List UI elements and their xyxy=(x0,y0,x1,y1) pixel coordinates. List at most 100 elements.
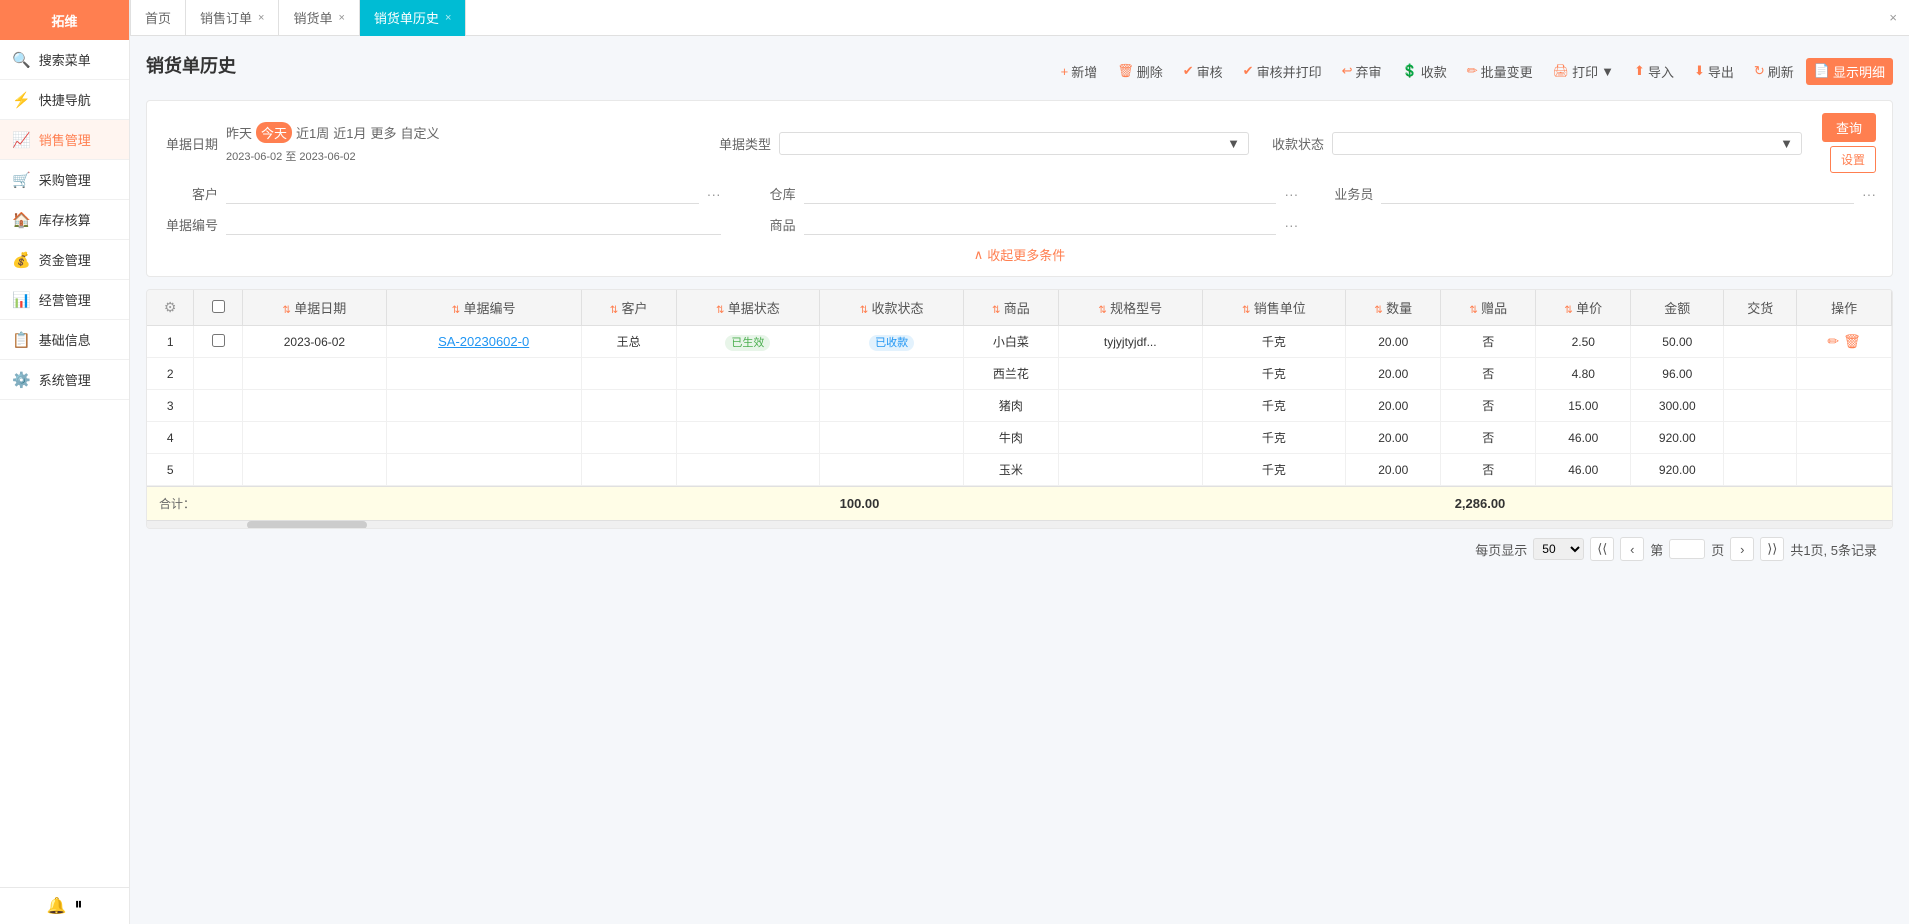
customer-ellipsis[interactable]: ··· xyxy=(707,186,721,202)
scroll-thumb[interactable] xyxy=(247,521,367,529)
next-page-button[interactable]: › xyxy=(1730,537,1754,561)
delete-action-0[interactable]: 🗑 xyxy=(1843,333,1861,349)
col-gift[interactable]: ⇅ 赠品 xyxy=(1441,290,1536,326)
sidebar-item-ops-manage[interactable]: 📊 经营管理 xyxy=(0,280,129,320)
col-unit-price[interactable]: ⇅ 单价 xyxy=(1536,290,1631,326)
shortcut-custom[interactable]: 自定义 xyxy=(401,123,440,142)
col-doc-status[interactable]: ⇅ 单据状态 xyxy=(676,290,820,326)
warehouse-ellipsis[interactable]: ··· xyxy=(1284,186,1298,202)
show-detail-button[interactable]: 📄 显示明细 xyxy=(1806,58,1893,85)
select-all-checkbox[interactable] xyxy=(212,300,225,313)
delete-icon: 🗑 xyxy=(1117,63,1134,79)
cell-doc-number-4 xyxy=(386,454,581,486)
tab-sales-history-close[interactable]: × xyxy=(445,12,451,24)
sidebar-bottom: 🔔 ⏸ xyxy=(0,887,129,924)
refresh-button[interactable]: ↻ 刷新 xyxy=(1746,58,1802,85)
tab-home[interactable]: 首页 xyxy=(130,0,186,36)
audit-print-button[interactable]: ✔ 审核并打印 xyxy=(1235,58,1330,85)
doc-number-input[interactable] xyxy=(226,214,721,235)
col-payment-status[interactable]: ⇅ 收款状态 xyxy=(820,290,964,326)
batch-change-button[interactable]: ✏ 批量变更 xyxy=(1459,58,1541,85)
last-page-button[interactable]: ⟩⟩ xyxy=(1760,537,1784,561)
sidebar-item-inventory-calc[interactable]: 🏠 库存核算 xyxy=(0,200,129,240)
col-spec[interactable]: ⇅ 规格型号 xyxy=(1058,290,1202,326)
goods-input[interactable] xyxy=(804,214,1277,235)
payment-status-dropdown[interactable]: ▼ xyxy=(1332,132,1802,155)
col-doc-date[interactable]: ⇅ 单据日期 xyxy=(243,290,387,326)
cell-spec-0: tyjyjtyjdf... xyxy=(1058,326,1202,358)
export-button[interactable]: ⬇ 导出 xyxy=(1686,58,1742,85)
col-quantity[interactable]: ⇅ 数量 xyxy=(1346,290,1441,326)
doc-type-label: 单据类型 xyxy=(716,134,771,153)
shortcut-last7days[interactable]: 近1周 xyxy=(296,123,329,142)
shortcut-more[interactable]: 更多 xyxy=(371,123,397,142)
sidebar-item-system-manage[interactable]: ⚙️ 系统管理 xyxy=(0,360,129,400)
doc-type-dropdown[interactable]: ▼ xyxy=(779,132,1249,155)
shortcut-last1month[interactable]: 近1月 xyxy=(333,123,366,142)
sidebar-item-sales-manage[interactable]: 📈 销售管理 xyxy=(0,120,129,160)
audit-button[interactable]: ✔ 审核 xyxy=(1175,58,1231,85)
new-label: 新增 xyxy=(1071,62,1097,81)
import-button[interactable]: ⬆ 导入 xyxy=(1626,58,1682,85)
tab-sales-goods-close[interactable]: × xyxy=(338,12,344,24)
tab-sales-goods[interactable]: 销货单 × xyxy=(279,0,359,36)
close-all-tabs[interactable]: × xyxy=(1877,10,1909,25)
first-page-button[interactable]: ⟨⟨ xyxy=(1590,537,1614,561)
sidebar-item-shortcut-nav[interactable]: ⚡ 快捷导航 xyxy=(0,80,129,120)
col-sales-unit[interactable]: ⇅ 销售单位 xyxy=(1202,290,1346,326)
delete-button[interactable]: 🗑 删除 xyxy=(1109,58,1171,85)
shortcut-today[interactable]: 今天 xyxy=(256,122,292,143)
warehouse-input[interactable] xyxy=(804,183,1277,204)
goods-ellipsis[interactable]: ··· xyxy=(1284,217,1298,233)
tab-sales-order-close[interactable]: × xyxy=(258,12,264,24)
sidebar-item-search-menu[interactable]: 🔍 搜索菜单 xyxy=(0,40,129,80)
collect-button[interactable]: 💲 收款 xyxy=(1394,58,1455,85)
cell-doc-number-0[interactable]: SA-20230602-0 xyxy=(386,326,581,358)
per-page-select[interactable]: 50 100 200 xyxy=(1533,538,1584,560)
row-checkbox-0[interactable] xyxy=(212,334,225,347)
collapse-button[interactable]: ∧ 收起更多条件 xyxy=(163,245,1876,264)
pause-icon[interactable]: ⏸ xyxy=(74,896,82,916)
col-goods[interactable]: ⇅ 商品 xyxy=(963,290,1058,326)
prev-page-button[interactable]: ‹ xyxy=(1620,537,1644,561)
cell-quantity-1: 20.00 xyxy=(1346,358,1441,390)
col-settings[interactable]: ⚙ xyxy=(147,290,194,326)
salesperson-input[interactable] xyxy=(1381,183,1854,204)
sales-manage-icon: 📈 xyxy=(12,131,31,149)
print-button[interactable]: 🖨 打印 ▼ xyxy=(1545,58,1622,85)
doc-number-link-0[interactable]: SA-20230602-0 xyxy=(438,334,529,349)
col-customer[interactable]: ⇅ 客户 xyxy=(581,290,676,326)
salesperson-ellipsis[interactable]: ··· xyxy=(1862,186,1876,202)
cell-doc-number-3 xyxy=(386,422,581,454)
abandon-button[interactable]: ↩ 弃审 xyxy=(1334,58,1390,85)
customer-input[interactable] xyxy=(226,183,699,204)
table-row: 2 西兰花 千克 20.00 否 4.80 96.00 xyxy=(147,358,1892,390)
doc-status-badge-0: 已生效 xyxy=(725,335,770,351)
current-page-input[interactable]: 1 xyxy=(1669,539,1705,559)
tab-sales-history[interactable]: 销货单历史 × xyxy=(360,0,466,36)
settings-button[interactable]: 设置 xyxy=(1830,146,1876,173)
cell-doc-number-2 xyxy=(386,390,581,422)
cell-amount-0: 50.00 xyxy=(1631,326,1724,358)
notification-icon[interactable]: 🔔 xyxy=(47,896,67,916)
col-transaction[interactable]: 交货 xyxy=(1724,290,1797,326)
new-button[interactable]: + 新增 xyxy=(1053,58,1106,85)
col-doc-date-label: 单据日期 xyxy=(294,301,346,316)
tab-sales-order[interactable]: 销售订单 × xyxy=(186,0,279,36)
sidebar-item-purchase-manage[interactable]: 🛒 采购管理 xyxy=(0,160,129,200)
sidebar-item-basic-info[interactable]: 📋 基础信息 xyxy=(0,320,129,360)
cell-sales-unit-2: 千克 xyxy=(1202,390,1346,422)
shortcut-yesterday[interactable]: 昨天 xyxy=(226,123,252,142)
abandon-label: 弃审 xyxy=(1355,62,1381,81)
pagination-bar: 每页显示 50 100 200 ⟨⟨ ‹ 第 1 页 › ⟩⟩ 共1页, 5条记… xyxy=(146,529,1893,569)
edit-action-0[interactable]: ✏ xyxy=(1827,333,1839,349)
query-button[interactable]: 查询 xyxy=(1822,113,1876,142)
col-amount[interactable]: 金额 xyxy=(1631,290,1724,326)
table-settings-icon[interactable]: ⚙ xyxy=(164,299,177,315)
horizontal-scrollbar[interactable] xyxy=(147,520,1892,528)
sort-goods-icon: ⇅ xyxy=(992,305,1000,316)
per-page-label: 每页显示 xyxy=(1475,540,1527,559)
sidebar-item-finance-manage[interactable]: 💰 资金管理 xyxy=(0,240,129,280)
col-doc-number[interactable]: ⇅ 单据编号 xyxy=(386,290,581,326)
table-row: 1 2023-06-02 SA-20230602-0 王总 已生效 已收款 小白… xyxy=(147,326,1892,358)
